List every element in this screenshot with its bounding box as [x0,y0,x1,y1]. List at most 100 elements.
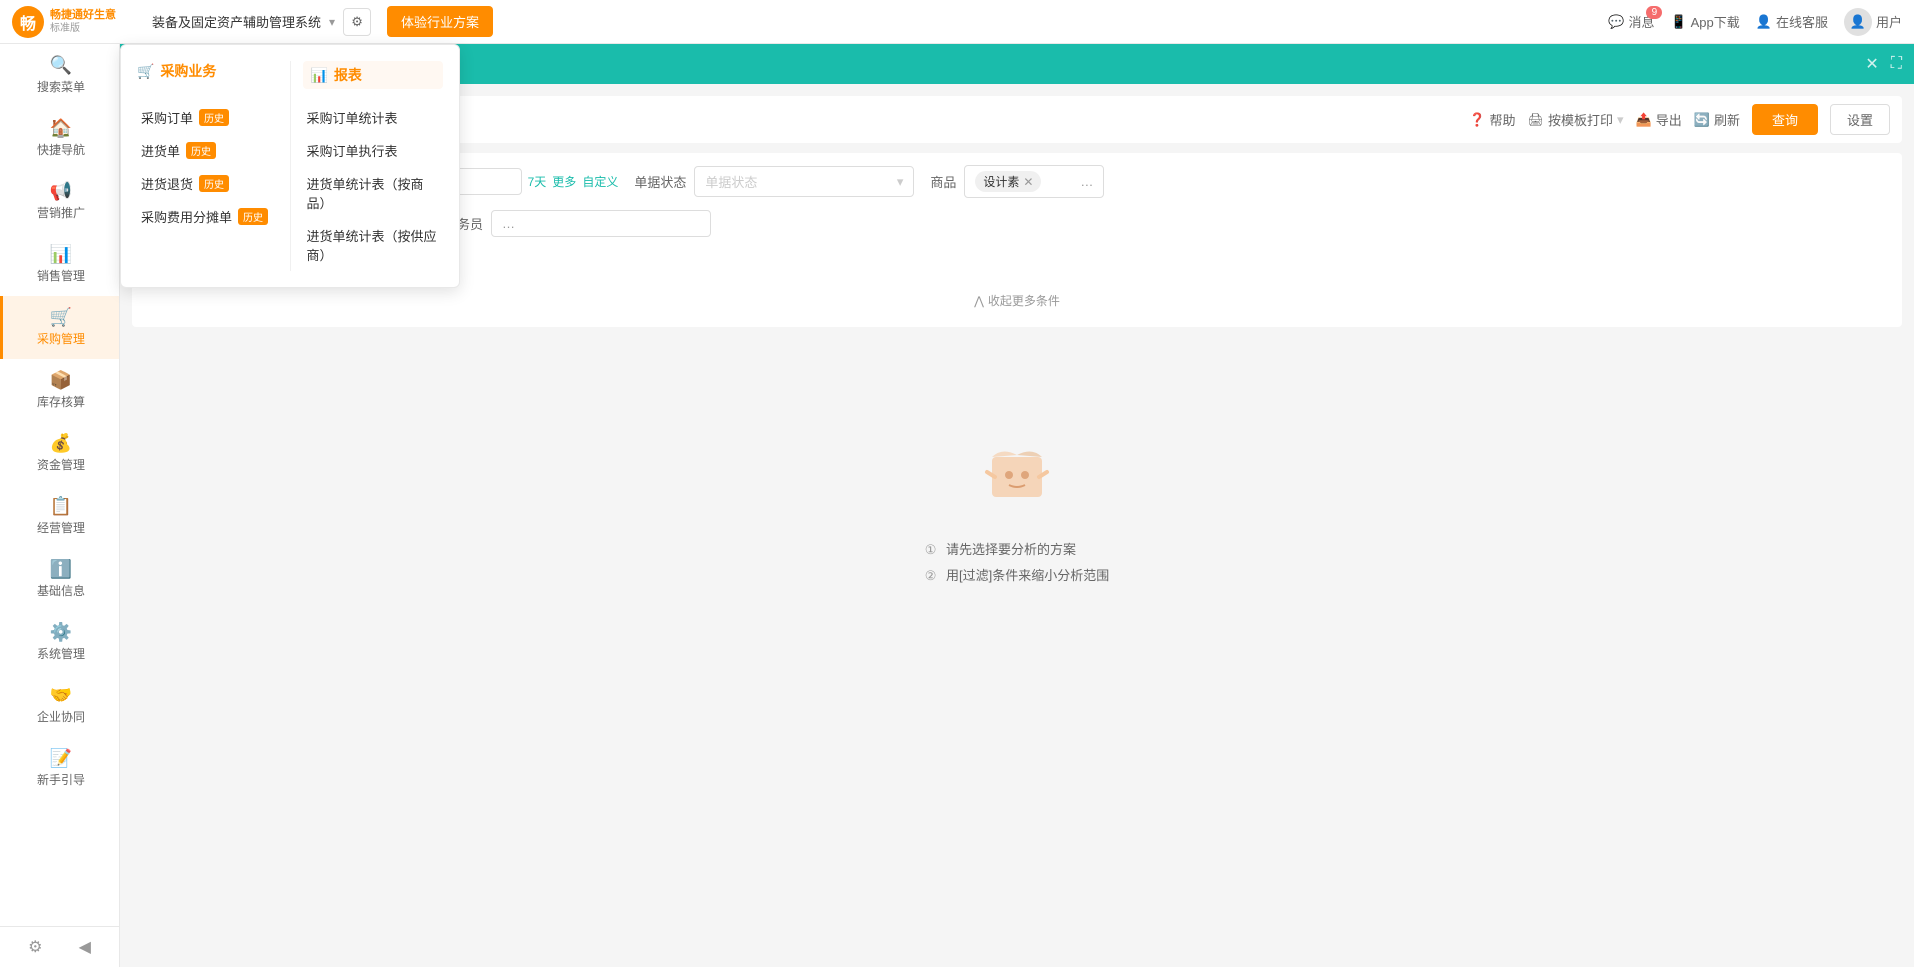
sidebar-item-sales[interactable]: 📊 销售管理 [0,233,119,296]
sidebar-item-finance[interactable]: 💰 资金管理 [0,422,119,485]
menu-item-purchase-expense[interactable]: 采购费用分摊单 历史 [137,200,278,233]
user-label: 用户 [1876,12,1902,31]
sidebar-label-marketing: 营销推广 [37,204,85,221]
query-button[interactable]: 查询 [1752,104,1818,135]
goods-stats-supplier-label: 进货单统计表（按供应商） [307,226,440,264]
empty-state: ① 请先选择要分析的方案 ② 用[过滤]条件来缩小分析范围 [132,337,1902,669]
tab-actions: ✕ ⛶ [1853,44,1914,84]
sidebar-item-marketing[interactable]: 📢 营销推广 [0,170,119,233]
date-custom[interactable]: 自定义 [582,173,618,190]
inventory-icon: 📦 [50,371,72,389]
purchase-expense-label: 采购费用分摊单 [141,207,232,226]
settings-button[interactable]: 设置 [1830,104,1890,135]
sidebar-label-system: 系统管理 [37,645,85,662]
enterprise-icon: 🤝 [50,686,72,704]
sidebar-item-enterprise[interactable]: 🤝 企业协同 [0,674,119,737]
date-quick-more[interactable]: 更多 [552,173,576,190]
logo-area: 畅 畅捷通好生意 标准版 [12,6,132,38]
gear-button[interactable]: ⚙ [343,8,371,36]
app-download-item[interactable]: 📱 App下载 [1670,12,1739,31]
industry-button[interactable]: 体验行业方案 [387,6,493,37]
print-button[interactable]: 🖨 按模板打印 ▾ [1528,110,1624,129]
date-quick-7d[interactable]: 7天 [528,173,547,190]
collapse-label: 收起更多条件 [988,292,1060,309]
purchase-icon: 🛒 [50,308,72,326]
refresh-button[interactable]: 🔄 刷新 [1694,110,1740,129]
salesman-dots[interactable]: … [502,216,515,231]
top-right: 💬 消息 9 📱 App下载 👤 在线客服 👤 用户 [1608,8,1902,36]
system-title-chevron[interactable]: ▾ [329,15,335,29]
menu-item-po-stats[interactable]: 采购订单统计表 [303,101,444,134]
search-icon: 🔍 [50,56,72,74]
online-service-item[interactable]: 👤 在线客服 [1756,12,1828,31]
export-icon: 📤 [1636,112,1652,128]
collapse-row[interactable]: ⋀ 收起更多条件 [148,286,1886,315]
sidebar-item-inventory[interactable]: 📦 库存核算 [0,359,119,422]
sidebar-item-system[interactable]: ⚙️ 系统管理 [0,611,119,674]
menu-divider [290,61,291,271]
help-button[interactable]: ❓ 帮助 [1469,110,1515,129]
filter-salesman: 业务员 … [444,210,711,237]
report-section-title: 📊 报表 [303,61,444,89]
goods-receipt-label: 进货单 [141,141,180,160]
product-dots[interactable]: … [1080,174,1093,189]
system-title-text: 装备及固定资产辅助管理系统 [152,12,321,31]
online-service-label: 在线客服 [1776,12,1828,31]
basic-icon: ℹ️ [50,560,72,578]
menu-item-goods-stats-supplier[interactable]: 进货单统计表（按供应商） [303,219,444,271]
message-item[interactable]: 💬 消息 9 [1608,12,1654,31]
tab-maximize-button[interactable]: ⛶ [1887,51,1906,77]
filter-status: 单据状态 单据状态 ▾ [634,166,914,197]
help-icon: ❓ [1469,112,1485,128]
sidebar: 🔍 搜索菜单 🏠 快捷导航 📢 营销推广 📊 销售管理 🛒 采购管理 📦 库存核… [0,44,120,967]
po-stats-label: 采购订单统计表 [307,108,398,127]
menu-item-goods-return[interactable]: 进货退货 历史 [137,167,278,200]
menu-item-goods-receipt[interactable]: 进货单 历史 [137,134,278,167]
finance-icon: 💰 [50,434,72,452]
message-icon: 💬 [1608,14,1624,30]
sidebar-bottom: ⚙ ◀ [0,926,119,967]
sidebar-settings-icon[interactable]: ⚙ [28,937,42,957]
product-select[interactable]: 设计素 ✕ … [964,165,1104,198]
guide-icon: 📝 [50,749,72,767]
sidebar-collapse-icon[interactable]: ◀ [79,937,91,957]
empty-tip-2: ② 用[过滤]条件来缩小分析范围 [925,563,1110,589]
empty-tips: ① 请先选择要分析的方案 ② 用[过滤]条件来缩小分析范围 [925,537,1110,589]
status-select[interactable]: 单据状态 ▾ [694,166,914,197]
tab-spacer [293,44,1853,84]
menu-item-purchase-order[interactable]: 采购订单 历史 [137,101,278,134]
tab-close-button[interactable]: ✕ [1861,50,1882,78]
user-item[interactable]: 👤 用户 [1844,8,1902,36]
goods-return-history: 历史 [199,175,229,192]
product-tag-remove[interactable]: ✕ [1023,175,1033,189]
app-download-label: App下载 [1691,12,1740,31]
product-label: 商品 [930,172,956,191]
sidebar-label-purchase: 采购管理 [37,330,85,347]
system-icon: ⚙️ [50,623,72,641]
purchase-section-icon: 🛒 [137,63,154,80]
system-title-area: 装备及固定资产辅助管理系统 ▾ ⚙ 体验行业方案 [132,6,1608,37]
goods-return-label: 进货退货 [141,174,193,193]
filter-product: 商品 设计素 ✕ … [930,165,1104,198]
phone-icon: 📱 [1670,14,1686,30]
sidebar-label-guide: 新手引导 [37,771,85,788]
menu-item-po-execution[interactable]: 采购订单执行表 [303,134,444,167]
sales-icon: 📊 [50,245,72,263]
export-button[interactable]: 📤 导出 [1636,110,1682,129]
sidebar-label-operation: 经营管理 [37,519,85,536]
purchase-expense-history: 历史 [238,208,268,225]
sidebar-item-basic[interactable]: ℹ️ 基础信息 [0,548,119,611]
sidebar-item-search[interactable]: 🔍 搜索菜单 [0,44,119,107]
salesman-select[interactable]: … [491,210,711,237]
logo-icon: 畅 [12,6,44,38]
sidebar-item-guide[interactable]: 📝 新手引导 [0,737,119,800]
menu-item-goods-stats-product[interactable]: 进货单统计表（按商品） [303,167,444,219]
refresh-icon: 🔄 [1694,112,1710,128]
logo-tag: 标准版 [50,22,116,35]
logo-name: 畅捷通好生意 [50,8,116,22]
sidebar-label-quicknav: 快捷导航 [37,141,85,158]
sidebar-item-quicknav[interactable]: 🏠 快捷导航 [0,107,119,170]
print-chevron: ▾ [1617,112,1624,128]
sidebar-item-operation[interactable]: 📋 经营管理 [0,485,119,548]
sidebar-item-purchase[interactable]: 🛒 采购管理 [0,296,119,359]
